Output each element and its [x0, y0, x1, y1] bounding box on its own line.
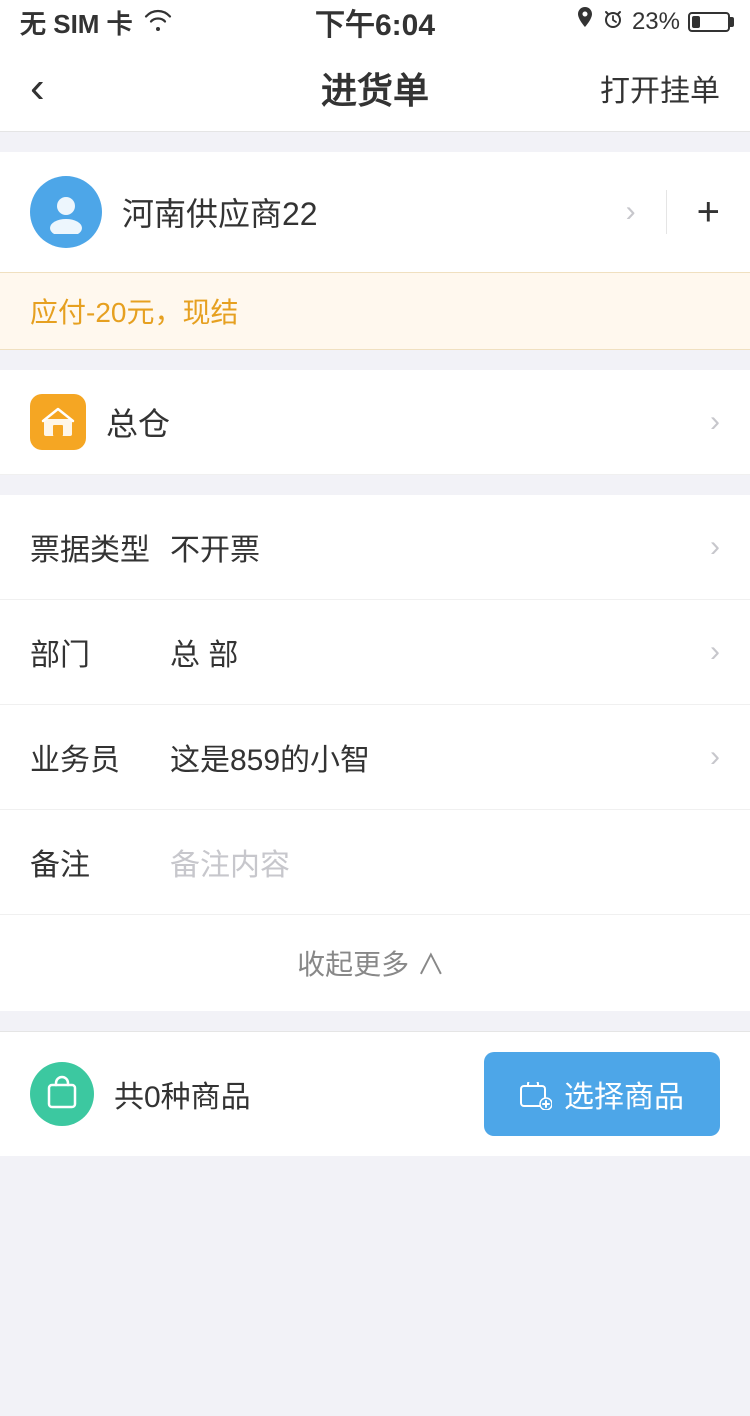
collapse-button[interactable]: 收起更多 ∧	[0, 914, 750, 1011]
department-row[interactable]: 部门 总 部 ›	[0, 600, 750, 705]
notice-text: 应付-20元，现结	[30, 297, 238, 328]
department-value: 总 部	[170, 630, 710, 674]
invoice-type-row[interactable]: 票据类型 不开票 ›	[0, 495, 750, 600]
alarm-icon	[602, 8, 624, 37]
collapse-text: 收起更多 ∧	[297, 943, 445, 983]
wifi-icon	[143, 7, 173, 38]
notice-bar: 应付-20元，现结	[0, 272, 750, 350]
open-pending-button[interactable]: 打开挂单	[600, 66, 720, 110]
select-product-icon	[520, 1076, 552, 1113]
divider-4	[0, 1011, 750, 1031]
form-section: 票据类型 不开票 › 部门 总 部 › 业务员 这是859的小智 › 备注 备注…	[0, 495, 750, 1011]
location-icon	[576, 7, 594, 38]
divider-2	[0, 350, 750, 370]
salesperson-value: 这是859的小智	[170, 735, 710, 779]
remark-row[interactable]: 备注 备注内容	[0, 810, 750, 914]
supplier-name: 河南供应商22	[122, 189, 626, 235]
select-product-button[interactable]: 选择商品	[484, 1052, 720, 1136]
remark-value[interactable]: 备注内容	[170, 840, 720, 884]
supplier-section: 河南供应商22 › + 应付-20元，现结	[0, 152, 750, 350]
add-supplier-button[interactable]: +	[697, 190, 720, 235]
carrier-text: 无 SIM 卡	[20, 4, 133, 41]
invoice-type-label: 票据类型	[30, 525, 170, 569]
supplier-actions: › +	[626, 190, 720, 235]
nav-bar: ‹ 进货单 打开挂单	[0, 44, 750, 132]
warehouse-icon	[30, 394, 86, 450]
salesperson-chevron-icon: ›	[710, 740, 720, 774]
remark-label: 备注	[30, 840, 170, 884]
bottom-bar: 共0种商品 选择商品	[0, 1031, 750, 1156]
top-divider	[0, 132, 750, 152]
divider-3	[0, 475, 750, 495]
department-label: 部门	[30, 630, 170, 674]
status-left: 无 SIM 卡	[20, 4, 173, 41]
battery-percentage: 23%	[632, 8, 680, 36]
select-product-label: 选择商品	[564, 1072, 684, 1116]
vertical-divider	[666, 190, 667, 234]
invoice-type-chevron-icon: ›	[710, 530, 720, 564]
status-right: 23%	[576, 7, 730, 38]
supplier-avatar	[30, 176, 102, 248]
page-title: 进货单	[321, 62, 429, 114]
warehouse-chevron-icon: ›	[710, 405, 720, 439]
product-count: 共0种商品	[114, 1072, 484, 1116]
product-icon	[30, 1062, 94, 1126]
background-fill	[0, 1156, 750, 1416]
back-button[interactable]: ‹	[30, 63, 90, 113]
warehouse-name: 总仓	[106, 399, 710, 445]
battery-icon	[688, 12, 730, 32]
warehouse-row[interactable]: 总仓 ›	[0, 370, 750, 475]
department-chevron-icon: ›	[710, 635, 720, 669]
time-display: 下午6:04	[315, 0, 435, 44]
supplier-chevron-icon: ›	[626, 195, 636, 229]
invoice-type-value: 不开票	[170, 525, 710, 569]
status-bar: 无 SIM 卡 下午6:04 23%	[0, 0, 750, 44]
salesperson-label: 业务员	[30, 735, 170, 779]
supplier-row[interactable]: 河南供应商22 › +	[0, 152, 750, 272]
warehouse-section: 总仓 ›	[0, 370, 750, 475]
salesperson-row[interactable]: 业务员 这是859的小智 ›	[0, 705, 750, 810]
